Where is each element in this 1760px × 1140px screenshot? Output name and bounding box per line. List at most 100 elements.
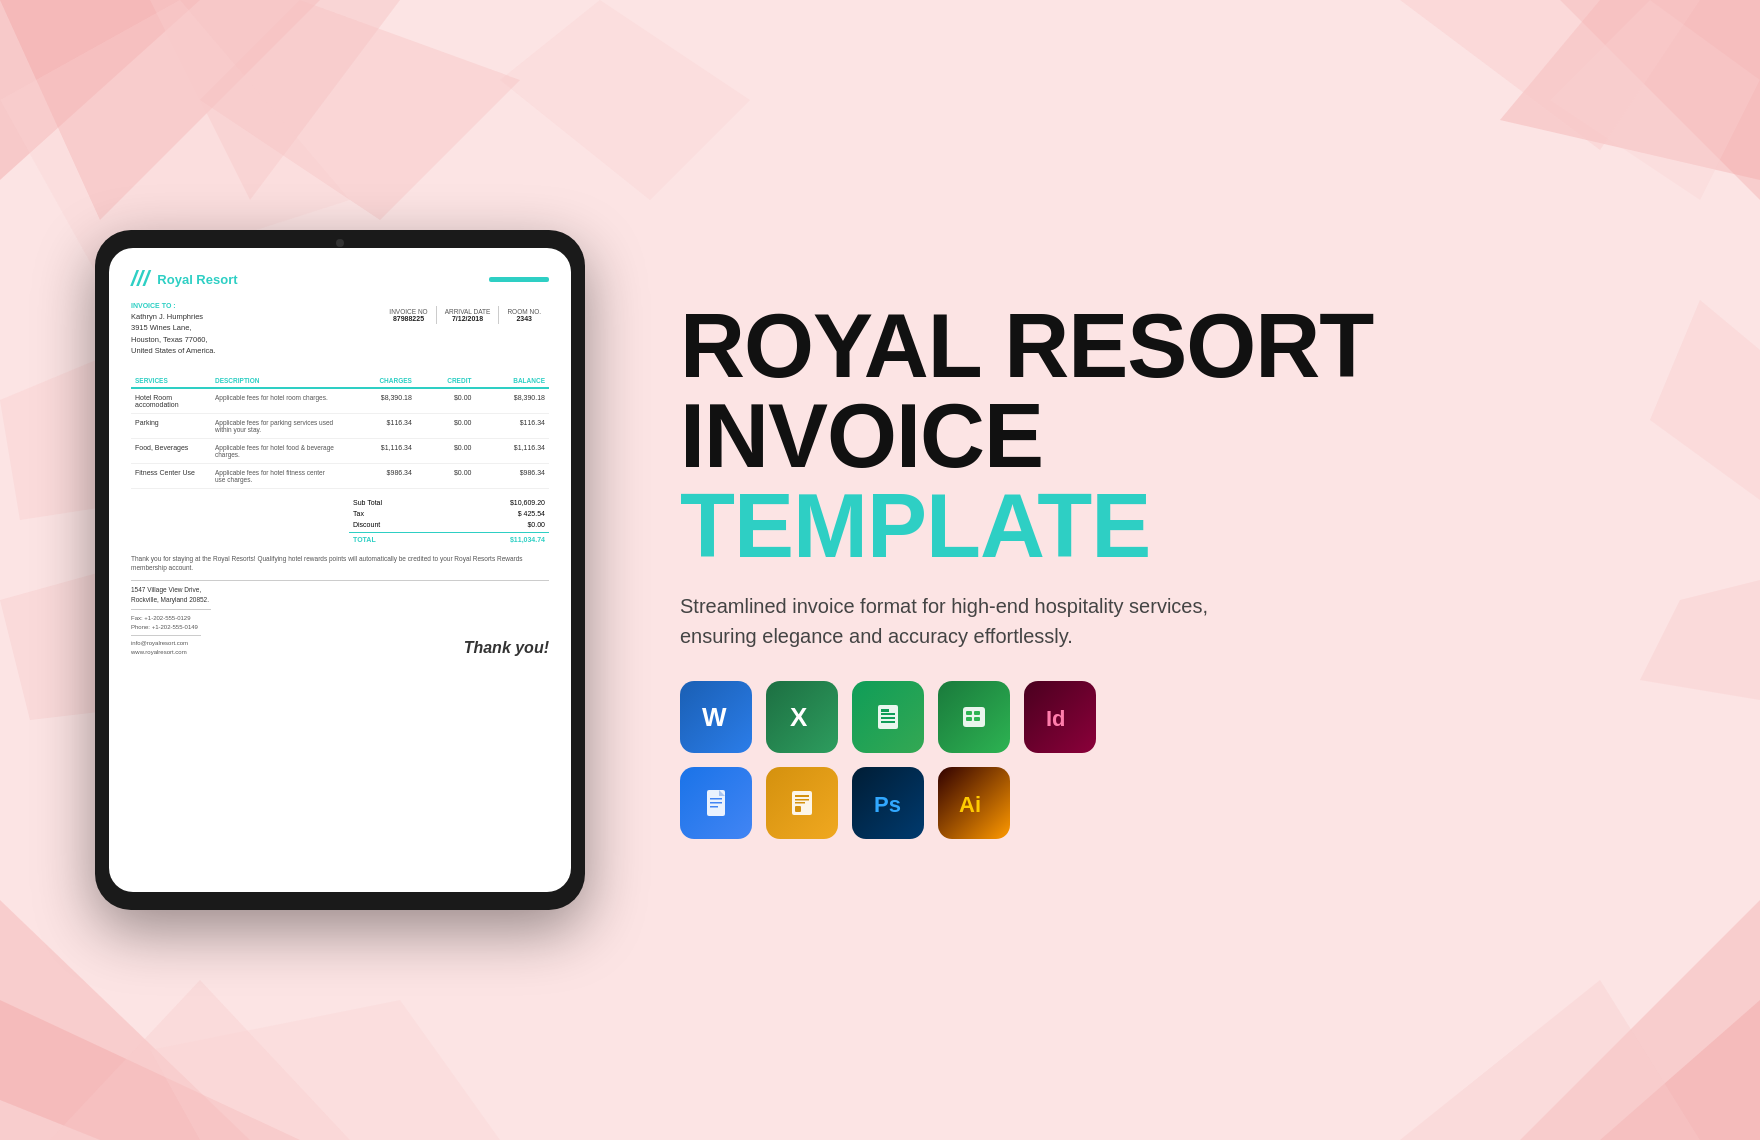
footer-website: www.royalresort.com [131, 648, 201, 657]
total-row: TOTAL $11,034.74 [349, 532, 549, 546]
client-name: Kathryn J. Humphries [131, 311, 216, 322]
service-balance-3: $986.34 [475, 464, 549, 489]
footer-note: Thank you for staying at the Royal Resor… [131, 554, 549, 572]
app-icons: W X [680, 681, 1680, 839]
subtotal-label: Sub Total [353, 499, 382, 506]
svg-rect-29 [963, 707, 985, 727]
client-addr2: Houston, Texas 77060, [131, 334, 216, 345]
footer-phone: Phone: +1-202-555-0149 [131, 623, 201, 632]
services-table: SERVICES DESCRIPTION CHARGES CREDIT BALA… [131, 374, 549, 489]
invoice-no-label: INVOICE NO [389, 308, 427, 315]
title-template: TEMPLATE [680, 481, 1680, 571]
table-row: Parking Applicable fees for parking serv… [131, 414, 549, 439]
photoshop-icon[interactable]: Ps [852, 767, 924, 839]
room-no-label: ROOM NO. [507, 308, 541, 315]
service-desc-0: Applicable fees for hotel room charges. [211, 388, 341, 414]
svg-rect-33 [974, 717, 980, 721]
footer-addr2: Rockville, Maryland 20852. [131, 595, 549, 605]
service-balance-0: $8,390.18 [475, 388, 549, 414]
service-charges-1: $116.34 [341, 414, 416, 439]
service-charges-0: $8,390.18 [341, 388, 416, 414]
svg-text:Ai: Ai [959, 792, 981, 817]
title-line1: ROYAL [680, 296, 980, 396]
tax-value: $ 425.54 [518, 510, 545, 517]
svg-rect-32 [974, 711, 980, 715]
service-name-2: Food, Beverages [131, 439, 211, 464]
tablet-screen: /// Royal Resort INVOICE TO : Kathryn J.… [109, 248, 571, 892]
company-name: Royal Resort [157, 272, 237, 287]
main-title: ROYAL RESORT INVOICE TEMPLATE [680, 301, 1680, 571]
client-addr1: 3915 Wines Lane, [131, 322, 216, 333]
svg-text:X: X [790, 702, 808, 732]
svg-rect-31 [966, 717, 972, 721]
svg-rect-43 [795, 802, 805, 804]
service-name-3: Fitness Center Use [131, 464, 211, 489]
svg-rect-28 [881, 709, 889, 712]
th-services: SERVICES [131, 374, 211, 388]
word-icon[interactable]: W [680, 681, 752, 753]
numbers-icon[interactable] [938, 681, 1010, 753]
subtitle: Streamlined invoice format for high-end … [680, 591, 1240, 651]
svg-rect-38 [710, 806, 718, 808]
arrival-date-value: 7/12/2018 [445, 315, 491, 322]
invoice-logo: /// Royal Resort [131, 268, 238, 290]
docs-icon[interactable] [680, 767, 752, 839]
app-icons-row1: W X [680, 681, 1680, 753]
tablet-camera [336, 239, 344, 247]
room-no-value: 2343 [507, 315, 541, 322]
svg-rect-44 [795, 806, 801, 812]
logo-icon: /// [131, 268, 149, 290]
service-desc-2: Applicable fees for hotel food & beverag… [211, 439, 341, 464]
table-row: Food, Beverages Applicable fees for hote… [131, 439, 549, 464]
discount-value: $0.00 [527, 521, 545, 528]
svg-rect-30 [966, 711, 972, 715]
th-balance: BALANCE [475, 374, 549, 388]
svg-text:Ps: Ps [874, 792, 901, 817]
tablet: /// Royal Resort INVOICE TO : Kathryn J.… [95, 230, 585, 910]
subtotal-row: Sub Total $10,609.20 [349, 497, 549, 508]
invoice-no-value: 87988225 [389, 315, 427, 322]
illustrator-icon[interactable]: Ai [938, 767, 1010, 839]
invoice-to-label: INVOICE TO : [131, 302, 216, 309]
client-addr3: United States of America. [131, 345, 216, 356]
app-icons-row2: Ps Ai [680, 767, 1680, 839]
total-label: TOTAL [353, 536, 376, 543]
svg-text:Id: Id [1046, 706, 1066, 731]
service-charges-3: $986.34 [341, 464, 416, 489]
service-desc-1: Applicable fees for parking services use… [211, 414, 341, 439]
tax-label: Tax [353, 510, 364, 517]
header-bar [489, 277, 549, 282]
service-credit-0: $0.00 [416, 388, 476, 414]
table-row: Hotel Room accomodation Applicable fees … [131, 388, 549, 414]
service-balance-1: $116.34 [475, 414, 549, 439]
svg-rect-42 [795, 799, 809, 801]
svg-rect-27 [881, 721, 895, 723]
client-info: Kathryn J. Humphries 3915 Wines Lane, Ho… [131, 311, 216, 356]
service-credit-2: $0.00 [416, 439, 476, 464]
table-row: Fitness Center Use Applicable fees for h… [131, 464, 549, 489]
svg-rect-41 [795, 795, 809, 797]
svg-rect-25 [881, 713, 895, 715]
th-description: DESCRIPTION [211, 374, 341, 388]
indesign-icon[interactable]: Id [1024, 681, 1096, 753]
invoice-header: /// Royal Resort [131, 268, 549, 290]
subtotal-value: $10,609.20 [510, 499, 545, 506]
service-desc-3: Applicable fees for hotel fitness center… [211, 464, 341, 489]
arrival-date-label: ARRIVAL DATE [445, 308, 491, 315]
th-credit: CREDIT [416, 374, 476, 388]
total-value: $11,034.74 [510, 536, 545, 543]
service-charges-2: $1,116.34 [341, 439, 416, 464]
discount-label: Discount [353, 521, 380, 528]
excel-icon[interactable]: X [766, 681, 838, 753]
svg-rect-36 [710, 798, 722, 800]
service-credit-1: $0.00 [416, 414, 476, 439]
service-balance-2: $1,116.34 [475, 439, 549, 464]
sheets-icon[interactable] [852, 681, 924, 753]
pages-icon[interactable] [766, 767, 838, 839]
footer-bottom: Fax: +1-202-555-0129 Phone: +1-202-555-0… [131, 614, 549, 657]
service-name-1: Parking [131, 414, 211, 439]
service-name-0: Hotel Room accomodation [131, 388, 211, 414]
svg-rect-37 [710, 802, 722, 804]
footer-fax: Fax: +1-202-555-0129 [131, 614, 201, 623]
tablet-container: /// Royal Resort INVOICE TO : Kathryn J.… [80, 230, 600, 910]
